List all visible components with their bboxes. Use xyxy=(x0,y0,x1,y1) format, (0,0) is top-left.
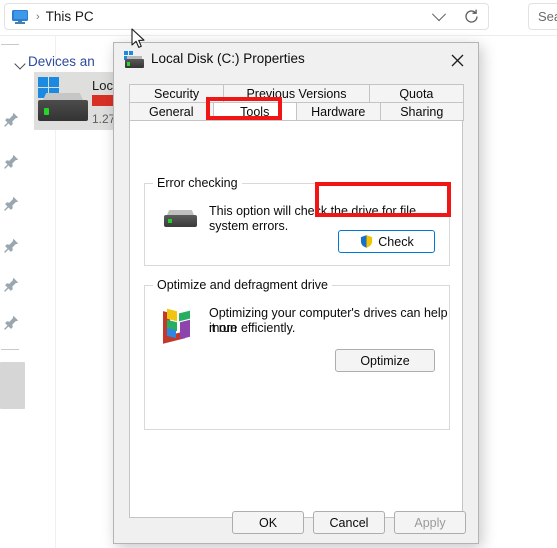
tab-label: Tools xyxy=(240,104,270,119)
tab-general[interactable]: General xyxy=(129,102,214,121)
group-legend: Error checking xyxy=(153,176,242,190)
cancel-button[interactable]: Cancel xyxy=(313,511,385,534)
optimize-button[interactable]: Optimize xyxy=(335,349,435,372)
tab-tools[interactable]: Tools xyxy=(212,102,297,121)
local-disk-properties-dialog: Local Disk (C:) Properties Security Prev… xyxy=(113,42,479,544)
tab-row-lower: General Tools Hardware Sharing xyxy=(129,102,464,121)
uac-shield-icon xyxy=(360,234,374,249)
tab-strip: Security Previous Versions Quota General… xyxy=(129,84,464,121)
apply-button: Apply xyxy=(394,511,466,534)
tab-label: Sharing xyxy=(400,104,444,119)
tab-label: Quota xyxy=(399,86,434,101)
tab-sharing[interactable]: Sharing xyxy=(379,102,464,121)
refresh-icon[interactable] xyxy=(454,4,488,29)
tab-label: Security xyxy=(154,86,200,101)
ok-button[interactable]: OK xyxy=(232,511,304,534)
toolbar-divider xyxy=(0,35,557,36)
tab-label: Previous Versions xyxy=(246,86,347,101)
apply-button-label: Apply xyxy=(414,515,446,530)
error-checking-group: Error checking This option will check th… xyxy=(144,176,450,266)
pin-icon[interactable] xyxy=(3,153,20,170)
drive-name: Loc xyxy=(92,78,113,93)
search-input[interactable]: Sea xyxy=(528,3,557,30)
dialog-title: Local Disk (C:) Properties xyxy=(151,51,305,66)
group-legend: Optimize and defragment drive xyxy=(153,278,332,292)
tab-label: General xyxy=(149,104,194,119)
tab-hardware[interactable]: Hardware xyxy=(296,102,381,121)
pin-icon[interactable] xyxy=(3,111,20,128)
pin-icon[interactable] xyxy=(3,276,20,293)
pin-icon[interactable] xyxy=(3,237,20,254)
screen: › This PC Sea xyxy=(0,0,557,548)
rail-separator xyxy=(1,44,19,45)
tab-row-upper: Security Previous Versions Quota xyxy=(129,84,464,103)
check-button-label: Check xyxy=(378,234,414,249)
hard-drive-icon xyxy=(38,77,88,123)
tab-security[interactable]: Security xyxy=(129,84,225,103)
dialog-titlebar: Local Disk (C:) Properties xyxy=(114,43,478,76)
drive-capacity: 1.27 xyxy=(92,112,116,126)
rail-separator xyxy=(1,349,19,350)
chevron-down-icon[interactable] xyxy=(424,4,454,29)
cancel-button-label: Cancel xyxy=(329,515,369,530)
tab-previous-versions[interactable]: Previous Versions xyxy=(223,84,370,103)
pin-icon[interactable] xyxy=(3,195,20,212)
optimize-defragment-group: Optimize and defragment drive Optimizing… xyxy=(144,278,450,430)
ok-button-label: OK xyxy=(258,515,278,530)
search-placeholder: Sea xyxy=(538,9,557,24)
address-bar[interactable]: › This PC xyxy=(4,3,489,30)
section-header: Devices an xyxy=(28,54,95,69)
tab-panel-tools: Error checking This option will check th… xyxy=(129,120,463,518)
tab-label: Hardware xyxy=(311,104,366,119)
close-icon[interactable] xyxy=(442,49,472,71)
hard-drive-icon xyxy=(164,208,197,227)
breadcrumb-path: This PC xyxy=(45,9,94,24)
mouse-cursor xyxy=(131,28,147,50)
check-button[interactable]: Check xyxy=(338,230,435,253)
scrollbar-thumb[interactable] xyxy=(0,362,25,409)
optimize-button-label: Optimize xyxy=(360,353,410,368)
pin-icon[interactable] xyxy=(3,314,20,331)
monitor-icon xyxy=(12,9,28,24)
optimize-description-line2: more efficiently. xyxy=(209,321,296,335)
error-checking-description-line1: This option will check the drive for fil… xyxy=(209,204,417,218)
local-disk-icon xyxy=(124,51,144,69)
defragment-icon xyxy=(161,308,195,344)
tab-quota[interactable]: Quota xyxy=(368,84,464,103)
breadcrumb-separator: › xyxy=(36,10,40,23)
error-checking-description-line2: system errors. xyxy=(209,219,289,233)
